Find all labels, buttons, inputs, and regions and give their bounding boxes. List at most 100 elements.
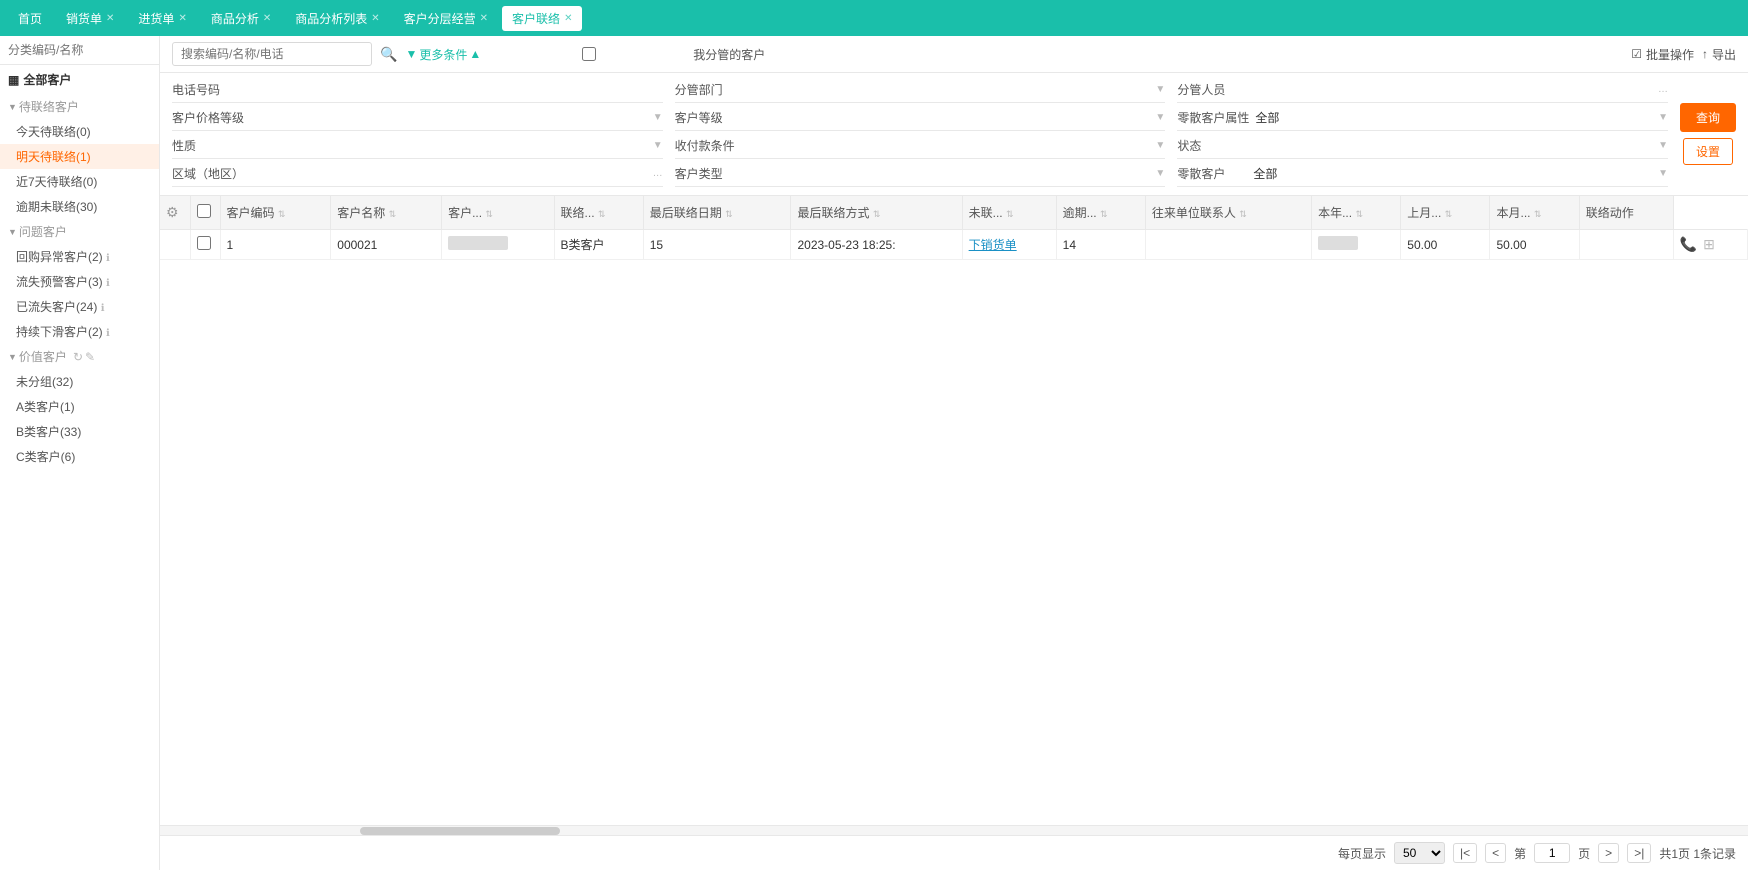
info-icon-4: ℹ	[106, 328, 110, 339]
nav-customer-contact[interactable]: 客户联络 ✕	[502, 6, 582, 31]
sort-icon-name: ⇅	[389, 209, 397, 219]
refresh-icon[interactable]: ↻	[73, 350, 83, 364]
chevron-payment: ▼	[1155, 140, 1165, 151]
col-this-year: 本年... ⇅	[1312, 196, 1401, 230]
cell-checkbox	[190, 230, 220, 260]
filter-customer-type: 客户类型 ▼	[675, 165, 1166, 187]
filter-customer-level-select[interactable]: ▼	[751, 112, 1166, 123]
nav-product-analysis[interactable]: 商品分析 ✕	[201, 6, 281, 31]
col-actions: 联络动作	[1579, 196, 1673, 230]
more-person-icon[interactable]: …	[1658, 84, 1668, 95]
sidebar-item-unclassified[interactable]: 未分组(32)	[0, 369, 159, 394]
setting-button[interactable]: 设置	[1683, 138, 1733, 165]
page-number-input[interactable]	[1534, 843, 1570, 863]
nav-product-analysis-list-close[interactable]: ✕	[371, 13, 379, 24]
col-name[interactable]: 客户名称 ⇅	[331, 196, 442, 230]
filter-status-select[interactable]: ▼	[1253, 140, 1668, 151]
chevron-up-icon: ▲	[469, 47, 481, 61]
col-name-label: 客户名称	[337, 206, 385, 220]
nav-product-analysis-list[interactable]: 商品分析列表 ✕	[285, 6, 389, 31]
nav-product-analysis-close[interactable]: ✕	[263, 13, 271, 24]
filter-customer-type-select[interactable]: ▼	[751, 168, 1166, 179]
sidebar-item-overdue-pending[interactable]: 逾期未联络(30)	[0, 194, 159, 219]
sidebar-item-churned[interactable]: 已流失客户(24) ℹ	[0, 294, 159, 319]
nav-purchase-order[interactable]: 进货单 ✕	[128, 6, 196, 31]
sidebar-all-customers[interactable]: ▦ 全部客户	[0, 65, 159, 94]
more-conditions-btn[interactable]: ▼ 更多条件 ▲	[405, 46, 481, 63]
chevron-status: ▼	[1658, 140, 1668, 151]
edit-icon[interactable]: ✎	[85, 350, 95, 364]
nav-customer-tier[interactable]: 客户分层经营 ✕	[394, 6, 498, 31]
main-layout: 🔍 « ▦ 全部客户 ▼ 待联络客户 今天待联络(0) 明天待联络(1) 近7天…	[0, 36, 1748, 870]
export-btn[interactable]: ↑ 导出	[1702, 46, 1736, 63]
sort-icon-year: ⇅	[1355, 209, 1363, 219]
last-page-btn[interactable]: >|	[1627, 843, 1651, 863]
sidebar-search-input[interactable]	[8, 43, 160, 57]
sort-icon-count: ⇅	[598, 209, 606, 219]
search-input[interactable]	[172, 42, 372, 66]
horizontal-scrollbar[interactable]	[160, 825, 1748, 835]
filter-region-select[interactable]: …	[250, 168, 663, 179]
cell-this-year: 50.00	[1401, 230, 1490, 260]
col-code[interactable]: 客户编码 ⇅	[220, 196, 331, 230]
select-all-checkbox[interactable]	[197, 204, 211, 218]
nav-customer-tier-close[interactable]: ✕	[480, 13, 488, 24]
search-button[interactable]: 🔍	[380, 46, 397, 63]
cell-this-month	[1579, 230, 1673, 260]
sidebar-item-today-pending[interactable]: 今天待联络(0)	[0, 119, 159, 144]
col-gear: ⚙	[160, 196, 190, 230]
sidebar-item-abnormal[interactable]: 回购异常客户(2) ℹ	[0, 244, 159, 269]
last-method-link[interactable]: 下销货单	[969, 238, 1017, 252]
col-last-month: 上月... ⇅	[1401, 196, 1490, 230]
filter-payment: 收付款条件 ▼	[675, 137, 1166, 159]
sidebar-group-pending: ▼ 待联络客户	[0, 94, 159, 119]
more-region-icon[interactable]: …	[653, 168, 663, 179]
sidebar-group-value: ▼ 价值客户 ↻ ✎	[0, 344, 159, 369]
filter-phone-input[interactable]	[248, 83, 663, 97]
col-code-label: 客户编码	[227, 206, 275, 220]
filter-retail-customer-select[interactable]: 全部 ▼	[1253, 165, 1668, 182]
sidebar-item-class-c[interactable]: C类客户(6)	[0, 444, 159, 469]
nav-sales-order[interactable]: 销货单 ✕	[56, 6, 124, 31]
sidebar-item-tomorrow-pending[interactable]: 明天待联络(1)	[0, 144, 159, 169]
filter-payment-select[interactable]: ▼	[751, 140, 1166, 151]
action-more-icon[interactable]: ⊞	[1703, 236, 1715, 253]
filter-retail-customer: 零散客户 全部 ▼	[1177, 165, 1668, 187]
filter-bar: 🔍 ▼ 更多条件 ▲ 我分管的客户 ☑ 批量操作 ↑ 导出	[160, 36, 1748, 73]
customer-name-blurred	[448, 236, 508, 250]
sidebar-item-class-b[interactable]: B类客户(33)	[0, 419, 159, 444]
next-page-btn[interactable]: >	[1598, 843, 1619, 863]
filter-dept-select[interactable]: ▼	[751, 84, 1166, 95]
row-checkbox[interactable]	[197, 236, 211, 250]
batch-operation-btn[interactable]: ☑ 批量操作	[1631, 46, 1694, 63]
query-button[interactable]: 查询	[1680, 103, 1736, 132]
scrollbar-thumb[interactable]	[360, 827, 560, 835]
my-customers-checkbox[interactable]	[489, 47, 689, 61]
col-contact-person: 往来单位联系人 ⇅	[1145, 196, 1311, 230]
nav-customer-contact-close[interactable]: ✕	[564, 13, 572, 24]
sidebar-item-churn-warning[interactable]: 流失预警客户(3) ℹ	[0, 269, 159, 294]
sort-icon-code: ⇅	[278, 209, 286, 219]
sidebar-item-7days-pending[interactable]: 近7天待联络(0)	[0, 169, 159, 194]
prev-page-btn[interactable]: <	[1485, 843, 1506, 863]
action-phone-icon[interactable]: 📞	[1680, 236, 1697, 253]
sidebar-item-declining[interactable]: 持续下滑客户(2) ℹ	[0, 319, 159, 344]
first-page-btn[interactable]: |<	[1453, 843, 1477, 863]
my-customers-filter[interactable]: 我分管的客户	[489, 46, 765, 63]
sidebar-item-class-a[interactable]: A类客户(1)	[0, 394, 159, 419]
chevron-down-icon: ▼	[8, 102, 17, 112]
table-container: ⚙ 客户编码 ⇅ 客户名称 ⇅	[160, 196, 1748, 825]
filter-retail-attr-select[interactable]: 全部 ▼	[1255, 109, 1668, 126]
sort-icon-overdue: ⇅	[1100, 209, 1108, 219]
info-icon: ℹ	[106, 253, 110, 264]
nav-home[interactable]: 首页	[8, 6, 52, 31]
filter-nature-select[interactable]: ▼	[248, 140, 663, 151]
info-icon-3: ℹ	[101, 303, 105, 314]
nav-purchase-order-close[interactable]: ✕	[178, 13, 186, 24]
gear-icon[interactable]: ⚙	[166, 204, 179, 220]
filter-person-select[interactable]: …	[1253, 84, 1668, 95]
filter-phone-label: 电话号码	[172, 81, 242, 98]
filter-price-level-select[interactable]: ▼	[250, 112, 663, 123]
per-page-select[interactable]: 50 100 200	[1394, 842, 1445, 864]
nav-sales-order-close[interactable]: ✕	[106, 13, 114, 24]
